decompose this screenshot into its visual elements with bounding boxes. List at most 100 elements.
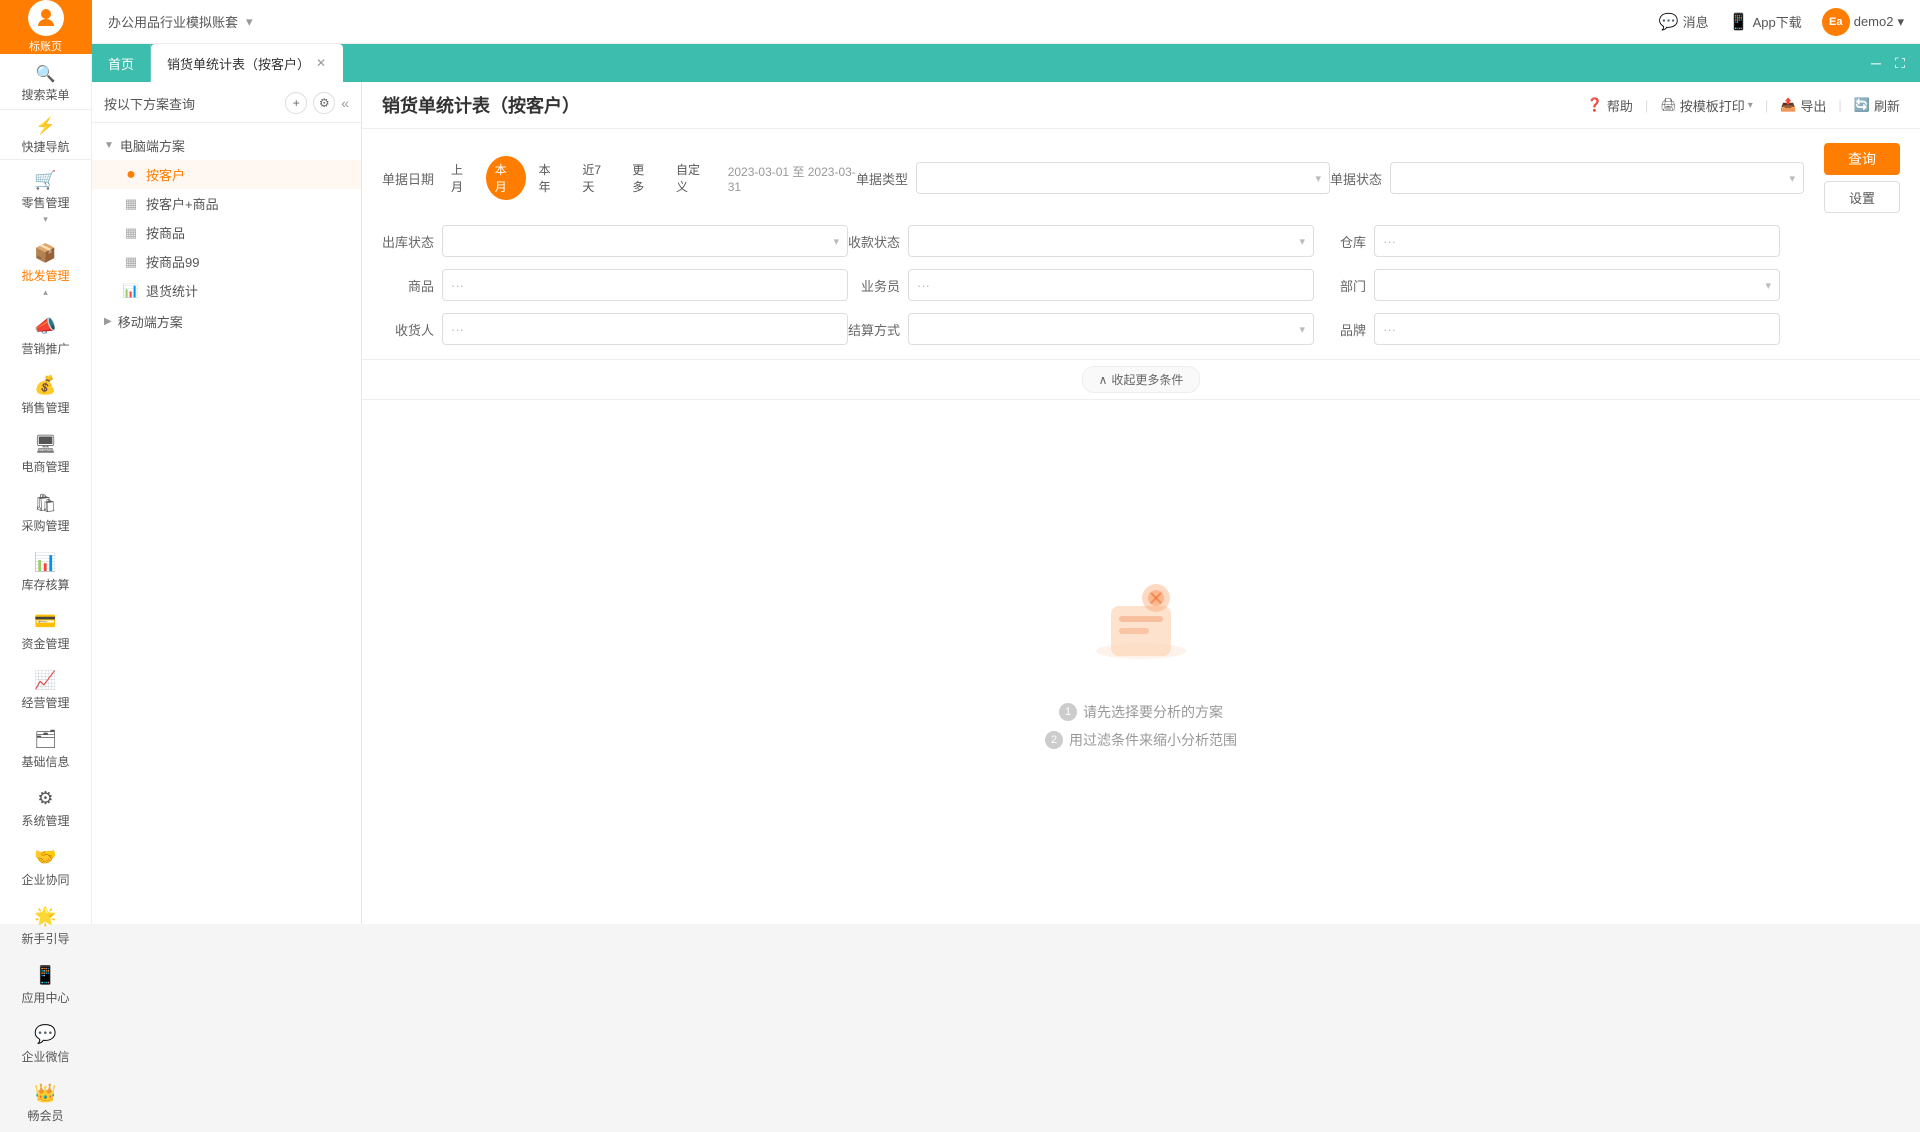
mobile-group-label: 移动端方案	[118, 312, 183, 331]
sidebar-item-sales[interactable]: 💰 销售管理	[0, 365, 91, 424]
department-select[interactable]: ▾	[1374, 269, 1780, 301]
refresh-btn[interactable]: 🔄 刷新	[1854, 96, 1900, 115]
tree-group-mobile: ▶ 移动端方案	[92, 307, 361, 336]
this-year-btn[interactable]: 本年	[530, 156, 570, 200]
app-download-btn[interactable]: 📱 App下载	[1729, 12, 1802, 32]
warehouse-select[interactable]: ···	[1374, 225, 1780, 257]
sidebar-item-basic[interactable]: 🗂 基础信息	[0, 719, 91, 778]
weixin-icon: 💬	[34, 1024, 56, 1045]
divider-1: |	[1645, 98, 1648, 113]
sidebar-item-operations[interactable]: 📈 经营管理	[0, 660, 91, 719]
sidebar-item-sales-label: 销售管理	[21, 399, 69, 416]
doc-status-select[interactable]: ▾	[1390, 162, 1804, 194]
user-dropdown-arrow: ▾	[1897, 14, 1904, 30]
tree-group-mobile-title[interactable]: ▶ 移动端方案	[92, 307, 361, 336]
doc-type-select[interactable]: ▾	[916, 162, 1330, 194]
tab-bar: 首页 销货单统计表（按客户） ✕ ─ ⛶	[92, 44, 1920, 82]
sidebar-nav[interactable]: ⚡ 快捷导航	[0, 110, 91, 160]
search-button[interactable]: 查询	[1824, 143, 1900, 175]
this-month-btn[interactable]: 本月	[486, 156, 526, 200]
salesperson-label: 业务员	[848, 276, 900, 295]
payment-status-select[interactable]: ▾	[908, 225, 1314, 257]
sidebar-item-newbie[interactable]: 🌟 新手引导	[0, 896, 91, 955]
sidebar-item-weixin[interactable]: 💬 企业微信	[0, 1014, 91, 1073]
message-label: 消息	[1683, 12, 1709, 31]
minimize-btn[interactable]: ─	[1868, 55, 1884, 71]
tree-item-by-customer-goods[interactable]: ▦ 按客户+商品	[92, 189, 361, 218]
export-btn[interactable]: 📤 导出	[1780, 96, 1826, 115]
sidebar-item-system-label: 系统管理	[21, 812, 69, 829]
sidebar-item-appcenter[interactable]: 📱 应用中心	[0, 955, 91, 1014]
export-label: 导出	[1800, 96, 1826, 115]
tree-item-by-goods-99[interactable]: ▦ 按商品99	[92, 247, 361, 276]
by-customer-label: 按客户	[146, 165, 185, 184]
sidebar-item-enterprise[interactable]: 🤝 企业协同	[0, 837, 91, 896]
title-dropdown-arrow[interactable]: ▾	[246, 14, 253, 30]
out-status-select[interactable]: ▾	[442, 225, 848, 257]
export-icon: 📤	[1780, 97, 1796, 113]
tree-item-by-customer[interactable]: ● 按客户	[92, 160, 361, 189]
collapse-more-area[interactable]: ∧ 收起更多条件	[362, 360, 1920, 400]
settlement-label: 结算方式	[848, 320, 900, 339]
print-btn[interactable]: 🖨 按模板打印 ▾	[1660, 96, 1753, 115]
sidebar-item-enterprise-label: 企业协同	[21, 871, 69, 888]
sidebar-item-purchase[interactable]: 🛍 采购管理	[0, 483, 91, 542]
main-area: 办公用品行业模拟账套 ▾ 💬 消息 📱 App下载 Ea demo2 ▾ 首页 …	[92, 0, 1920, 924]
tab-home[interactable]: 首页	[92, 44, 151, 82]
empty-step1: 1 请先选择要分析的方案	[1059, 702, 1223, 722]
logo-text: 标账页	[29, 38, 62, 54]
tree-item-by-goods[interactable]: ▦ 按商品	[92, 218, 361, 247]
user-menu[interactable]: Ea demo2 ▾	[1822, 8, 1904, 36]
out-status-label: 出库状态	[382, 232, 434, 251]
scheme-settings-btn[interactable]: ⚙	[313, 92, 335, 114]
maximize-btn[interactable]: ⛶	[1892, 55, 1908, 71]
collapse-more-btn[interactable]: ∧ 收起更多条件	[1082, 366, 1201, 393]
sidebar-item-member[interactable]: 👑 畅会员	[0, 1073, 91, 1132]
sidebar-item-marketing-label: 营销推广	[21, 340, 69, 357]
last-7days-btn[interactable]: 近7天	[573, 156, 619, 200]
app-logo[interactable]: 标账页	[0, 0, 92, 54]
print-dropdown-arrow: ▾	[1748, 100, 1753, 111]
salesperson-select[interactable]: ···	[908, 269, 1314, 301]
add-scheme-btn[interactable]: +	[285, 92, 307, 114]
last-month-btn[interactable]: 上月	[442, 156, 482, 200]
tree-item-return-stats[interactable]: 📊 退货统计	[92, 276, 361, 305]
message-btn[interactable]: 💬 消息	[1659, 12, 1709, 32]
by-goods-icon: ▦	[122, 225, 140, 241]
sidebar-item-wholesale[interactable]: 📦 批发管理 ▴	[0, 233, 91, 306]
tree-group-desktop-title[interactable]: ▼ 电脑端方案	[92, 131, 361, 160]
page-title-bar: 销货单统计表（按客户） ❓ 帮助 | 🖨 按模板打印 ▾ | 📤	[362, 82, 1920, 129]
settlement-select[interactable]: ▾	[908, 313, 1314, 345]
goods-label: 商品	[382, 276, 434, 295]
sales-icon: 💰	[34, 375, 56, 396]
sidebar-item-retail[interactable]: 🛒 零售管理 ▾	[0, 160, 91, 233]
department-label: 部门	[1314, 276, 1366, 295]
sidebar-item-inventory[interactable]: 📊 库存核算	[0, 542, 91, 601]
help-btn[interactable]: ❓ 帮助	[1587, 96, 1633, 115]
sidebar-item-system[interactable]: ⚙ 系统管理	[0, 778, 91, 837]
refresh-icon: 🔄	[1854, 97, 1870, 113]
refresh-label: 刷新	[1874, 96, 1900, 115]
receiver-select[interactable]: ···	[442, 313, 848, 345]
return-stats-label: 退货统计	[146, 281, 198, 300]
tab-close-btn[interactable]: ✕	[316, 56, 326, 70]
goods-select[interactable]: ···	[442, 269, 848, 301]
download-icon: 📱	[1729, 12, 1749, 32]
sidebar-item-finance[interactable]: 💳 资金管理	[0, 601, 91, 660]
step1-text: 请先选择要分析的方案	[1083, 702, 1223, 722]
sidebar-search[interactable]: 🔍 搜索菜单	[0, 54, 91, 110]
settings-button[interactable]: 设置	[1824, 181, 1900, 213]
sidebar-item-ecommerce[interactable]: 🖥 电商管理	[0, 424, 91, 483]
tab-sales-stats[interactable]: 销货单统计表（按客户） ✕	[151, 44, 343, 82]
more-btn[interactable]: 更多	[623, 156, 663, 200]
sidebar-item-ecommerce-label: 电商管理	[21, 458, 69, 475]
sidebar-item-marketing[interactable]: 📣 营销推广	[0, 306, 91, 365]
brand-select[interactable]: ···	[1374, 313, 1780, 345]
custom-btn[interactable]: 自定义	[667, 156, 718, 200]
return-stats-icon: 📊	[122, 283, 140, 299]
doc-type-arrow: ▾	[1315, 172, 1321, 185]
user-name: demo2	[1854, 14, 1894, 29]
collapse-panel-btn[interactable]: «	[341, 95, 349, 111]
empty-step2: 2 用过滤条件来缩小分析范围	[1045, 730, 1237, 750]
ecommerce-icon: 🖥	[34, 434, 57, 455]
